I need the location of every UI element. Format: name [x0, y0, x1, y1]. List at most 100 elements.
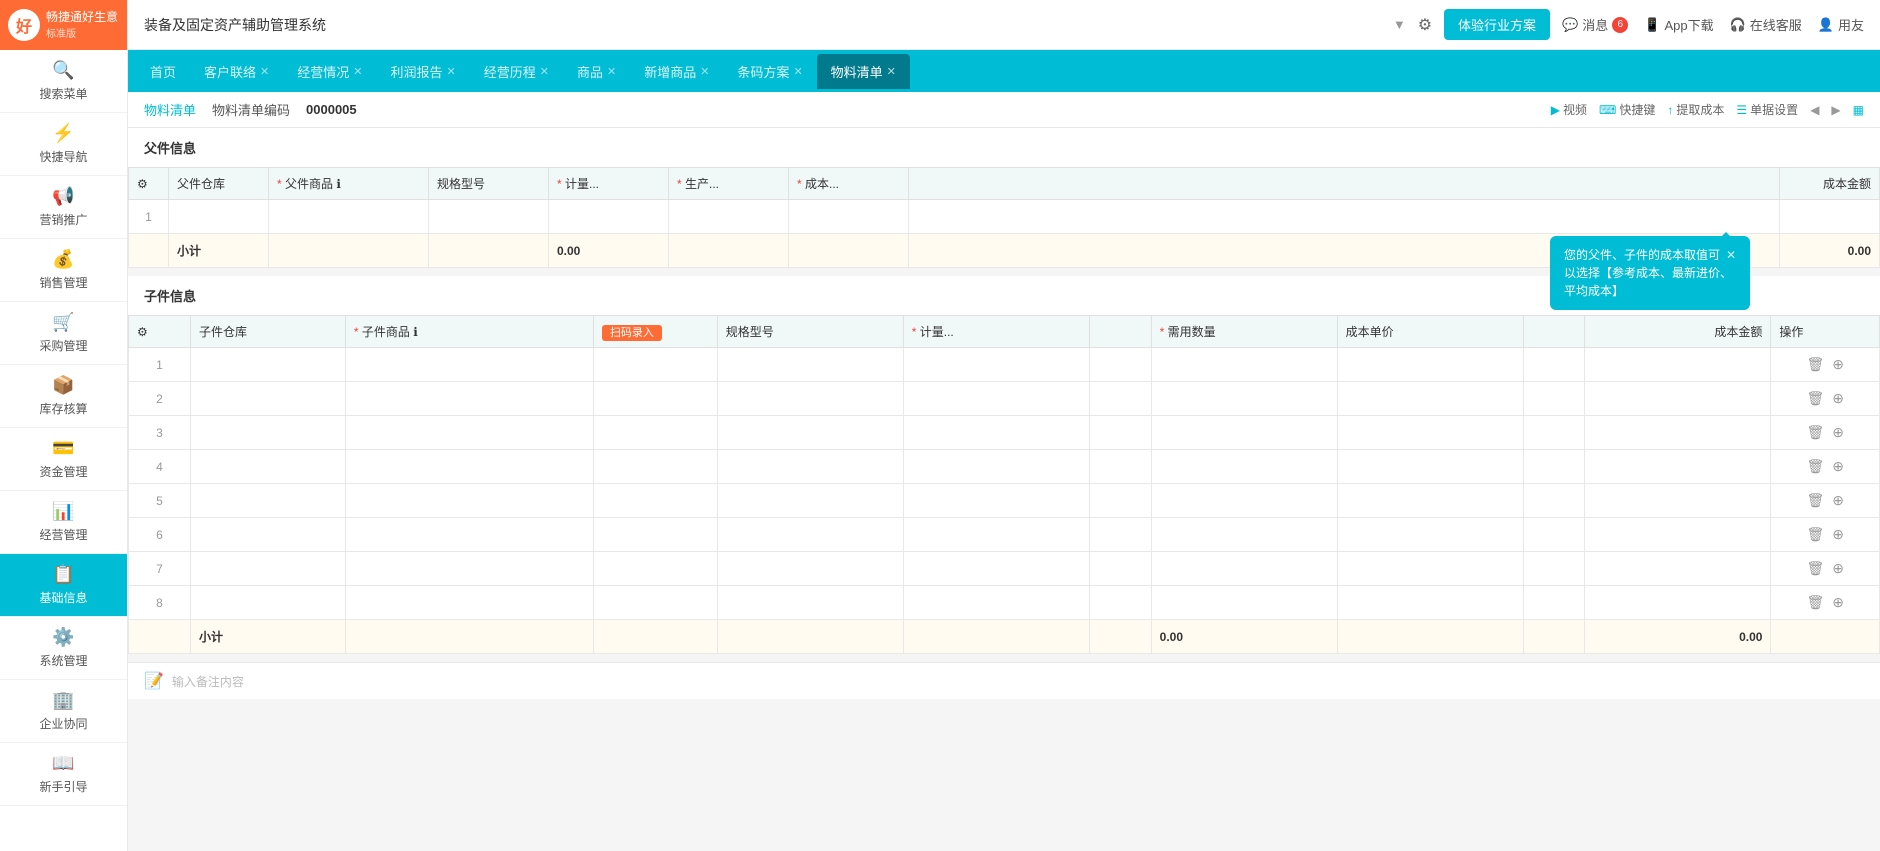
child-row-3-qty[interactable]	[1151, 416, 1337, 450]
tab-close-5[interactable]: ✕	[607, 65, 616, 78]
copy-icon-8[interactable]: ⊕	[1832, 594, 1844, 611]
delete-icon-3[interactable]: 🗑	[1806, 424, 1824, 441]
breadcrumb-link[interactable]: 物料清单	[144, 103, 196, 118]
nav-tab-5[interactable]: 商品✕	[563, 54, 630, 89]
parent-row-1-product[interactable]	[269, 200, 429, 234]
user-btn[interactable]: 👤 用友	[1818, 15, 1864, 34]
child-row-1-unit[interactable]	[903, 348, 1089, 382]
child-row-1-spec[interactable]	[717, 348, 903, 382]
nav-tab-0[interactable]: 首页	[136, 54, 190, 89]
tab-close-6[interactable]: ✕	[700, 65, 709, 78]
sidebar-item-marketing[interactable]: 📢营销推广	[0, 176, 127, 239]
sidebar-item-enterprise[interactable]: 🏢企业协同	[0, 680, 127, 743]
delete-icon-2[interactable]: 🗑	[1806, 390, 1824, 407]
nav-tab-7[interactable]: 条码方案✕	[723, 54, 816, 89]
child-row-2-warehouse[interactable]	[190, 382, 345, 416]
sidebar-item-guide[interactable]: 📖新手引导	[0, 743, 127, 806]
sidebar-item-quick-nav[interactable]: ⚡快捷导航	[0, 113, 127, 176]
child-row-6-qty[interactable]	[1151, 518, 1337, 552]
copy-icon-7[interactable]: ⊕	[1832, 560, 1844, 577]
child-row-6-spec[interactable]	[717, 518, 903, 552]
child-row-6-unit-cost[interactable]	[1337, 518, 1523, 552]
child-row-5-qty[interactable]	[1151, 484, 1337, 518]
child-row-5-unit-cost[interactable]	[1337, 484, 1523, 518]
parent-row-1-cost[interactable]	[789, 200, 909, 234]
nav-tab-2[interactable]: 经营情况✕	[283, 54, 376, 89]
child-row-4-warehouse[interactable]	[190, 450, 345, 484]
trial-btn[interactable]: 体验行业方案	[1444, 9, 1550, 40]
child-row-1-qty[interactable]	[1151, 348, 1337, 382]
single-settings-tool[interactable]: ☰ 单据设置	[1736, 101, 1798, 118]
child-row-3-unit[interactable]	[903, 416, 1089, 450]
tab-close-7[interactable]: ✕	[793, 65, 802, 78]
child-row-3-spec[interactable]	[717, 416, 903, 450]
child-row-7-warehouse[interactable]	[190, 552, 345, 586]
sidebar-item-system[interactable]: ⚙️系统管理	[0, 617, 127, 680]
child-row-2-qty[interactable]	[1151, 382, 1337, 416]
parent-row-1-warehouse[interactable]	[169, 200, 269, 234]
tab-close-4[interactable]: ✕	[540, 65, 549, 78]
child-row-7-product[interactable]	[345, 552, 593, 586]
child-row-6-unit[interactable]	[903, 518, 1089, 552]
child-row-3-product[interactable]	[345, 416, 593, 450]
nav-tab-8[interactable]: 物料清单✕	[817, 54, 910, 89]
child-row-5-spec[interactable]	[717, 484, 903, 518]
sidebar-item-inventory[interactable]: 📦库存核算	[0, 365, 127, 428]
child-row-8-unit[interactable]	[903, 586, 1089, 620]
nav-next[interactable]: ▶	[1831, 103, 1840, 117]
expand-icon[interactable]: ▼	[1393, 17, 1406, 32]
child-row-5-unit[interactable]	[903, 484, 1089, 518]
parent-row-1-production[interactable]	[669, 200, 789, 234]
nav-tab-3[interactable]: 利润报告✕	[376, 54, 469, 89]
nav-tab-1[interactable]: 客户联络✕	[190, 54, 283, 89]
child-row-2-spec[interactable]	[717, 382, 903, 416]
scan-btn[interactable]: 扫码录入	[602, 325, 662, 341]
sidebar-item-finance[interactable]: 💳资金管理	[0, 428, 127, 491]
sidebar-item-search[interactable]: 🔍搜索菜单	[0, 50, 127, 113]
child-row-4-unit-cost[interactable]	[1337, 450, 1523, 484]
grid-view[interactable]: ▦	[1853, 103, 1864, 117]
child-row-2-unit-cost[interactable]	[1337, 382, 1523, 416]
sidebar-item-operations[interactable]: 📊经营管理	[0, 491, 127, 554]
delete-icon-6[interactable]: 🗑	[1806, 526, 1824, 543]
child-row-7-qty[interactable]	[1151, 552, 1337, 586]
sidebar-item-basic[interactable]: 📋基础信息	[0, 554, 127, 617]
child-row-7-unit-cost[interactable]	[1337, 552, 1523, 586]
message-btn[interactable]: 💬 消息 6	[1562, 15, 1628, 34]
nav-tab-6[interactable]: 新增商品✕	[630, 54, 723, 89]
tooltip-close-btn[interactable]: ✕	[1726, 246, 1736, 264]
shortcut-tool[interactable]: ⌨ 快捷键	[1599, 101, 1655, 118]
bottom-placeholder[interactable]: 输入备注内容	[172, 673, 244, 690]
child-row-4-spec[interactable]	[717, 450, 903, 484]
extract-cost-tool[interactable]: ↑ 提取成本	[1667, 101, 1724, 118]
child-row-7-spec[interactable]	[717, 552, 903, 586]
child-row-8-qty[interactable]	[1151, 586, 1337, 620]
copy-icon-1[interactable]: ⊕	[1832, 356, 1844, 373]
child-row-4-unit[interactable]	[903, 450, 1089, 484]
child-row-8-warehouse[interactable]	[190, 586, 345, 620]
child-row-1-product[interactable]	[345, 348, 593, 382]
copy-icon-6[interactable]: ⊕	[1832, 526, 1844, 543]
online-service-btn[interactable]: 🎧 在线客服	[1730, 15, 1802, 34]
delete-icon-1[interactable]: 🗑	[1806, 356, 1824, 373]
child-row-2-unit[interactable]	[903, 382, 1089, 416]
child-row-8-spec[interactable]	[717, 586, 903, 620]
child-row-2-product[interactable]	[345, 382, 593, 416]
view-tool[interactable]: ▶ 视频	[1551, 101, 1587, 118]
delete-icon-8[interactable]: 🗑	[1806, 594, 1824, 611]
sidebar-item-purchase[interactable]: 🛒采购管理	[0, 302, 127, 365]
child-row-4-qty[interactable]	[1151, 450, 1337, 484]
parent-row-1-spec[interactable]	[429, 200, 549, 234]
child-row-8-unit-cost[interactable]	[1337, 586, 1523, 620]
app-download-btn[interactable]: 📱 App下载	[1644, 15, 1713, 34]
copy-icon-5[interactable]: ⊕	[1832, 492, 1844, 509]
child-row-5-warehouse[interactable]	[190, 484, 345, 518]
nav-prev[interactable]: ◀	[1810, 103, 1819, 117]
child-row-5-product[interactable]	[345, 484, 593, 518]
child-row-8-product[interactable]	[345, 586, 593, 620]
tab-close-3[interactable]: ✕	[447, 65, 456, 78]
child-col-gear[interactable]: ⚙	[129, 316, 191, 348]
child-row-1-warehouse[interactable]	[190, 348, 345, 382]
delete-icon-4[interactable]: 🗑	[1806, 458, 1824, 475]
tab-close-1[interactable]: ✕	[260, 65, 269, 78]
